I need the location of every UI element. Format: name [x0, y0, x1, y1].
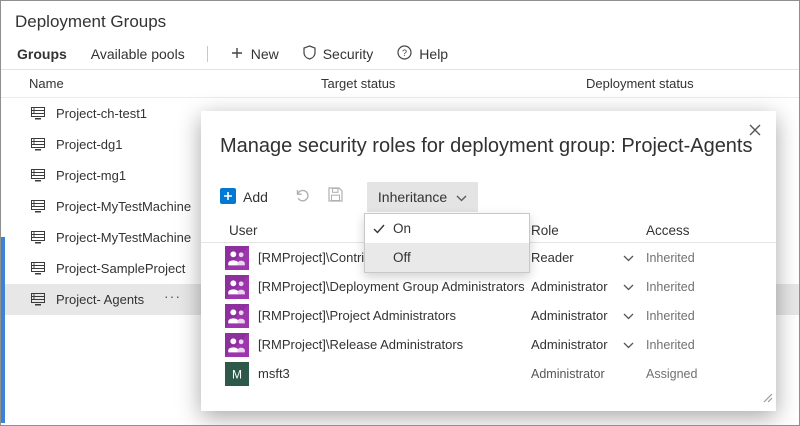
tab-available-pools-label: Available pools [91, 46, 185, 62]
add-button-label: Add [243, 189, 268, 205]
user-cell: M msft3 [225, 362, 531, 386]
deployment-groups-page: Deployment Groups Groups Available pools… [0, 0, 800, 426]
access-value: Inherited [646, 251, 776, 265]
role-dropdown[interactable]: Administrator [531, 279, 646, 294]
security-button[interactable]: Security [291, 39, 386, 69]
access-value: Inherited [646, 309, 776, 323]
group-name: Project-ch-test1 [56, 106, 147, 121]
help-button-label: Help [419, 46, 448, 62]
user-cell: [RMProject]\Project Administrators [225, 304, 531, 328]
command-bar: Groups Available pools New Security ? He… [1, 39, 799, 70]
inheritance-dropdown-button[interactable]: Inheritance [367, 182, 478, 212]
role-value: Administrator [531, 279, 608, 294]
undo-icon [294, 187, 310, 208]
help-button[interactable]: ? Help [385, 39, 460, 69]
column-role: Role [531, 223, 646, 238]
group-name: Project-dg1 [56, 137, 122, 152]
deployment-machine-icon [31, 293, 45, 306]
save-button[interactable] [328, 187, 343, 207]
role-value: Administrator [531, 337, 608, 352]
security-button-label: Security [323, 46, 374, 62]
chevron-down-icon [623, 308, 634, 323]
more-options-button[interactable]: ··· [164, 288, 181, 304]
page-title: Deployment Groups [1, 1, 799, 39]
access-value: Inherited [646, 280, 776, 294]
menu-item-on-label: On [393, 221, 411, 236]
inheritance-button-label: Inheritance [378, 189, 447, 205]
deployment-machine-icon [31, 138, 45, 151]
tab-available-pools[interactable]: Available pools [79, 39, 197, 69]
column-name: Name [1, 76, 321, 91]
user-cell: [RMProject]\Deployment Group Administrat… [225, 275, 531, 299]
column-access: Access [646, 223, 776, 238]
deployment-machine-icon [31, 169, 45, 182]
tab-groups-label: Groups [17, 46, 67, 62]
table-row: M msft3 Administrator Assigned [201, 359, 776, 388]
table-row: [RMProject]\Project Administrators Admin… [201, 301, 776, 330]
user-avatar: M [225, 362, 249, 386]
deployment-machine-icon [31, 231, 45, 244]
grid-header: Name Target status Deployment status [1, 70, 799, 98]
shield-icon [303, 45, 316, 63]
add-icon [220, 188, 236, 207]
check-icon [365, 224, 393, 234]
svg-text:?: ? [402, 48, 407, 58]
group-avatar [225, 333, 249, 357]
group-name: Project-MyTestMachine [56, 230, 191, 245]
chevron-down-icon [623, 250, 634, 265]
user-name: [RMProject]\Deployment Group Administrat… [258, 279, 525, 294]
tab-groups[interactable]: Groups [5, 39, 79, 69]
group-name: Project- Agents [56, 292, 144, 307]
chevron-down-icon [623, 279, 634, 294]
resize-handle[interactable] [761, 390, 773, 408]
svg-text:M: M [232, 367, 242, 381]
group-name: Project-SampleProject [56, 261, 185, 276]
security-roles-dialog: Manage security roles for deployment gro… [201, 111, 776, 411]
undo-button[interactable] [294, 187, 310, 208]
dialog-toolbar: Add Inheritance [220, 182, 478, 212]
inheritance-menu: On Off [364, 213, 530, 273]
role-dropdown[interactable]: Reader [531, 250, 646, 265]
chevron-down-icon [456, 189, 467, 205]
access-value: Inherited [646, 338, 776, 352]
access-value: Assigned [646, 367, 776, 381]
vertical-scrollbar[interactable] [1, 237, 5, 423]
user-name: [RMProject]\Project Administrators [258, 308, 456, 323]
role-value: Administrator [531, 308, 608, 323]
new-button[interactable]: New [218, 39, 291, 69]
group-avatar [225, 304, 249, 328]
column-target-status: Target status [321, 76, 586, 91]
group-avatar [225, 246, 249, 270]
add-button[interactable]: Add [220, 188, 268, 207]
new-button-label: New [251, 46, 279, 62]
chevron-down-icon [623, 337, 634, 352]
save-icon [328, 187, 343, 207]
user-name: msft3 [258, 366, 290, 381]
role-dropdown[interactable]: Administrator [531, 337, 646, 352]
deployment-machine-icon [31, 200, 45, 213]
table-row: [RMProject]\Deployment Group Administrat… [201, 272, 776, 301]
deployment-machine-icon [31, 107, 45, 120]
help-icon: ? [397, 45, 412, 63]
role-value: Reader [531, 250, 574, 265]
menu-item-on[interactable]: On [365, 214, 529, 243]
toolbar-divider [207, 46, 208, 62]
menu-item-off[interactable]: Off [365, 243, 529, 272]
role-dropdown[interactable]: Administrator [531, 308, 646, 323]
role-value-static: Administrator [531, 367, 646, 381]
dialog-title: Manage security roles for deployment gro… [220, 135, 736, 158]
plus-icon [230, 46, 244, 63]
group-name: Project-MyTestMachine [56, 199, 191, 214]
user-name: [RMProject]\Release Administrators [258, 337, 463, 352]
deployment-machine-icon [31, 262, 45, 275]
menu-item-off-label: Off [393, 250, 411, 265]
group-name: Project-mg1 [56, 168, 126, 183]
group-avatar [225, 275, 249, 299]
table-row: [RMProject]\Release Administrators Admin… [201, 330, 776, 359]
column-deployment-status: Deployment status [586, 76, 799, 91]
user-cell: [RMProject]\Release Administrators [225, 333, 531, 357]
role-value: Administrator [531, 367, 605, 381]
